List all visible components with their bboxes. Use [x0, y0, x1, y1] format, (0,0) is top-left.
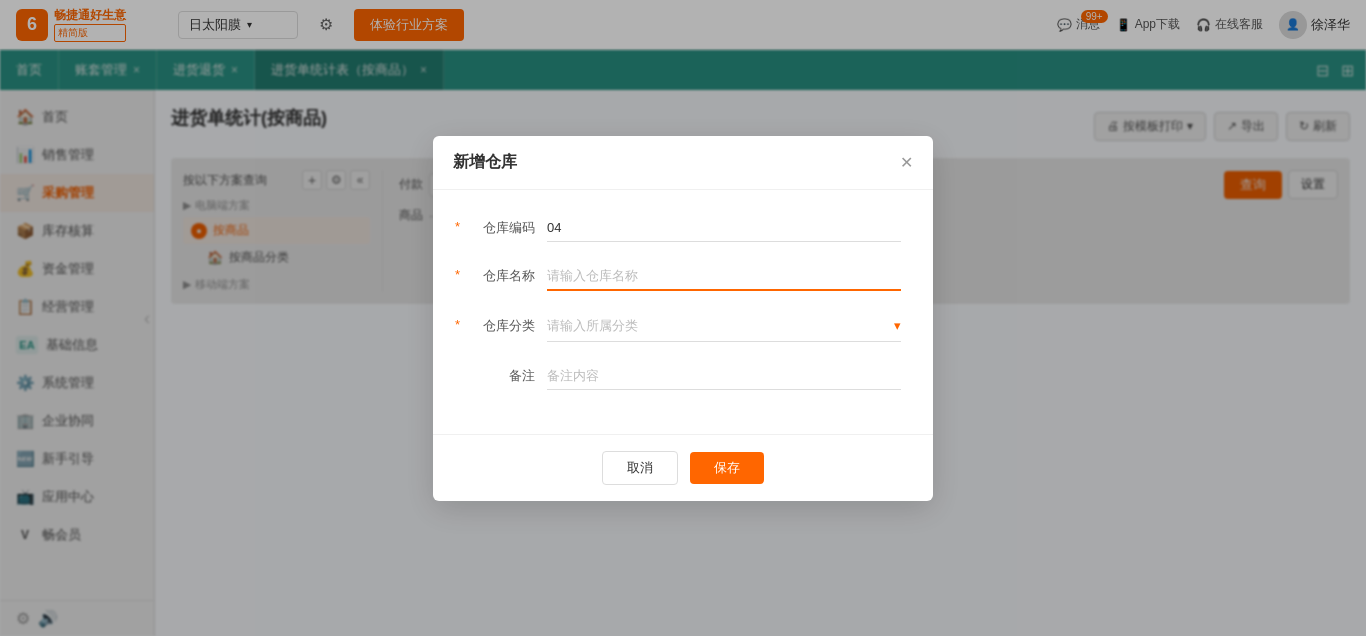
cancel-button[interactable]: 取消 [602, 451, 678, 485]
dialog-title: 新增仓库 [453, 152, 517, 173]
notes-input[interactable] [547, 362, 901, 390]
warehouse-category-label: 仓库分类 [465, 317, 535, 335]
warehouse-category-placeholder: 请输入所属分类 [547, 317, 638, 335]
warehouse-code-input[interactable] [547, 214, 901, 242]
new-warehouse-dialog: 新增仓库 ✕ 仓库编码 仓库名称 仓库分类 请输入所属分类 [433, 136, 933, 501]
save-button[interactable]: 保存 [690, 452, 764, 484]
dialog-header: 新增仓库 ✕ [433, 136, 933, 190]
notes-row: 备注 [465, 362, 901, 390]
warehouse-code-label: 仓库编码 [465, 219, 535, 237]
modal-overlay[interactable]: 新增仓库 ✕ 仓库编码 仓库名称 仓库分类 请输入所属分类 [0, 0, 1366, 636]
dialog-body: 仓库编码 仓库名称 仓库分类 请输入所属分类 ▾ [433, 190, 933, 434]
warehouse-name-row: 仓库名称 [465, 262, 901, 291]
dialog-close-icon[interactable]: ✕ [900, 153, 913, 172]
warehouse-name-label: 仓库名称 [465, 267, 535, 285]
category-chevron-icon: ▾ [894, 318, 901, 333]
warehouse-code-row: 仓库编码 [465, 214, 901, 242]
warehouse-category-select[interactable]: 请输入所属分类 ▾ [547, 311, 901, 342]
warehouse-category-row: 仓库分类 请输入所属分类 ▾ [465, 311, 901, 342]
warehouse-name-input[interactable] [547, 262, 901, 291]
dialog-footer: 取消 保存 [433, 434, 933, 501]
notes-label: 备注 [465, 367, 535, 385]
